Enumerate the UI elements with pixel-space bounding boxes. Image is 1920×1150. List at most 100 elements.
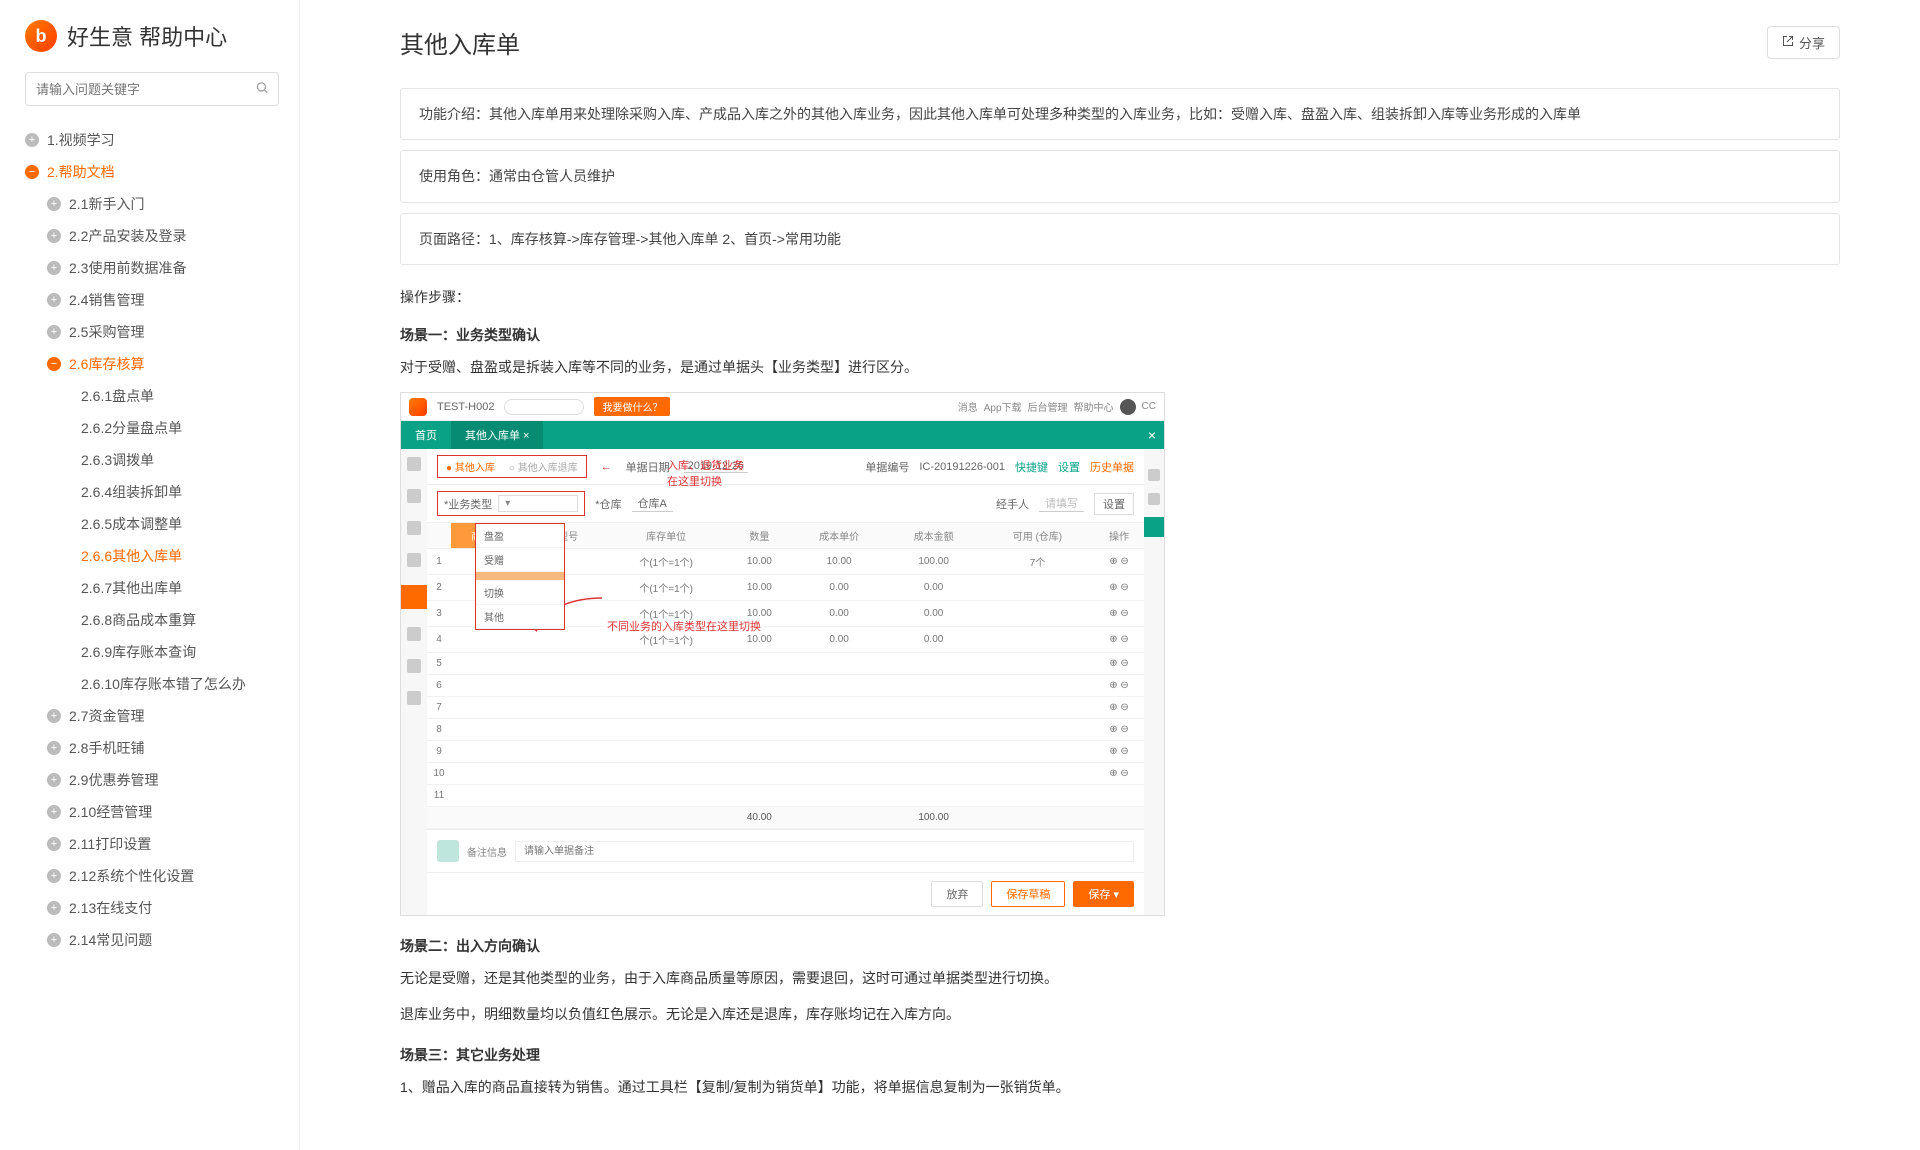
mock-biztype-dropdown: ▾ xyxy=(498,495,578,512)
mock-dd-item: 其他 xyxy=(476,605,564,629)
nav-item-2-6-8[interactable]: 2.6.8商品成本重算 xyxy=(25,604,279,636)
search-icon[interactable] xyxy=(255,81,269,98)
nav-item-2-3[interactable]: +2.3使用前数据准备 xyxy=(25,252,279,284)
mock-dd-item: 受赠 xyxy=(476,548,564,572)
plus-icon: + xyxy=(47,709,61,723)
path-card: 页面路径：1、库存核算->库存管理->其他入库单 2、首页->常用功能 xyxy=(400,213,1840,265)
mock-remark-label: 备注信息 xyxy=(467,844,507,859)
nav-item-2-11[interactable]: +2.11打印设置 xyxy=(25,828,279,860)
steps-section: 操作步骤： 场景一：业务类型确认 对于受赠、盘盈或是拆装入库等不同的业务，是通过… xyxy=(400,287,1840,1100)
mock-dropdown-open: 盘盈 受赠 切换 其他 xyxy=(475,523,565,630)
mock-remark-row: 备注信息 xyxy=(427,829,1144,872)
nav-item-2-4[interactable]: +2.4销售管理 xyxy=(25,284,279,316)
scene2-p1: 无论是受赠，还是其他类型的业务，由于入库商品质量等原因，需要退回，这时可通过单据… xyxy=(400,966,1840,991)
scene3-p1: 1、赠品入库的商品直接转为销售。通过工具栏【复制/复制为销货单】功能，将单据信息… xyxy=(400,1075,1840,1100)
main-content: 其他入库单 分享 功能介绍：其他入库单用来处理除采购入库、产成品入库之外的其他入… xyxy=(300,0,1900,1150)
search-box xyxy=(25,72,279,106)
path-text: 1、库存核算->库存管理->其他入库单 2、首页->常用功能 xyxy=(489,231,841,247)
mock-link-help: 帮助中心 xyxy=(1074,399,1114,414)
mock-toolbar-shortcut: 快捷键 xyxy=(1015,459,1048,475)
nav-item-2-10[interactable]: +2.10经营管理 xyxy=(25,796,279,828)
mock-btn-draft: 保存草稿 xyxy=(991,881,1065,907)
table-row: 7⊕ ⊖ xyxy=(427,697,1144,719)
mock-btn-cancel: 放弃 xyxy=(931,881,983,907)
mock-dd-item-selected xyxy=(476,572,564,581)
table-sum-row: 40.00100.00 xyxy=(427,807,1144,829)
mock-link-admin: 后台管理 xyxy=(1028,399,1068,414)
plus-icon: + xyxy=(47,197,61,211)
nav-item-2-5[interactable]: +2.5采购管理 xyxy=(25,316,279,348)
mock-top-help-btn: 我要做什么？ xyxy=(594,397,670,416)
mock-remark-icon xyxy=(437,840,459,862)
nav-item-2-6-10[interactable]: 2.6.10库存账本错了怎么办 xyxy=(25,668,279,700)
mock-link-app: App下载 xyxy=(984,399,1022,414)
plus-icon: + xyxy=(47,293,61,307)
nav-item-2-2[interactable]: +2.2产品安装及登录 xyxy=(25,220,279,252)
nav-item-2-6-7[interactable]: 2.6.7其他出库单 xyxy=(25,572,279,604)
role-card: 使用角色：通常由仓管人员维护 xyxy=(400,150,1840,202)
mock-remark-input xyxy=(515,841,1134,862)
table-row: 11 xyxy=(427,785,1144,807)
nav-item-2-9[interactable]: +2.9优惠券管理 xyxy=(25,764,279,796)
nav-item-2-6-6[interactable]: 2.6.6其他入库单 xyxy=(25,540,279,572)
mock-date-label: 单据日期 xyxy=(626,459,670,475)
nav-item-2-7[interactable]: +2.7资金管理 xyxy=(25,700,279,732)
mock-right-icon-active xyxy=(1144,517,1164,537)
mock-screenshot: TEST-H002 我要做什么？ 消息 App下载 后台管理 帮助中心 CC 首… xyxy=(400,392,1165,916)
mock-nav-icon xyxy=(407,659,421,673)
nav-item-2-6-1[interactable]: 2.6.1盘点单 xyxy=(25,380,279,412)
nav-item-2-12[interactable]: +2.12系统个性化设置 xyxy=(25,860,279,892)
mock-settings-btn: 设置 xyxy=(1094,493,1134,515)
nav-item-2-6-3[interactable]: 2.6.3调拨单 xyxy=(25,444,279,476)
mock-tab-current: 其他入库单 × xyxy=(451,421,543,449)
nav-item-2-1[interactable]: +2.1新手入门 xyxy=(25,188,279,220)
mock-right-strip xyxy=(1144,449,1164,915)
table-row: 4个(1个=1个)10.000.000.00⊕ ⊖ xyxy=(427,627,1144,653)
table-row: 10⊕ ⊖ xyxy=(427,763,1144,785)
mock-topbar: TEST-H002 我要做什么？ 消息 App下载 后台管理 帮助中心 CC xyxy=(401,393,1164,421)
mock-col-price: 成本单价 xyxy=(792,523,887,549)
minus-icon: − xyxy=(25,165,39,179)
mock-col-unit: 库存单位 xyxy=(606,523,727,549)
nav-item-2-6[interactable]: −2.6库存核算 xyxy=(25,348,279,380)
mock-doc-label: 单据编号 xyxy=(865,459,909,475)
steps-title: 操作步骤： xyxy=(400,287,1840,307)
mock-table-wrap: 盘盈 受赠 切换 其他 不同业务的入库类型在这里切换 xyxy=(427,523,1144,829)
mock-wh-value: 仓库A xyxy=(632,495,673,512)
nav-item-2-6-5[interactable]: 2.6.5成本调整单 xyxy=(25,508,279,540)
mock-biztype-label: *业务类型 xyxy=(444,496,492,512)
mock-tab-home: 首页 xyxy=(401,421,451,449)
mock-wh-label: *仓库 xyxy=(595,496,621,512)
mock-user: CC xyxy=(1142,401,1156,412)
share-button[interactable]: 分享 xyxy=(1767,26,1840,59)
mock-btn-save: 保存 ▾ xyxy=(1073,881,1134,907)
nav-item-2-6-4[interactable]: 2.6.4组装拆卸单 xyxy=(25,476,279,508)
mock-radio-return: ○ 其他入库退库 xyxy=(509,459,578,474)
search-input[interactable] xyxy=(25,72,279,106)
nav-item-2-6-9[interactable]: 2.6.9库存账本查询 xyxy=(25,636,279,668)
mock-body: ● 其他入库 ○ 其他入库退库 ← 单据日期 2019-12-26 入库、退货业… xyxy=(401,449,1164,915)
mock-annotation-2: 不同业务的入库类型在这里切换 xyxy=(607,618,761,634)
plus-icon: + xyxy=(47,933,61,947)
mock-link-msg: 消息 xyxy=(958,399,978,414)
mock-redbox-biztype: *业务类型 ▾ xyxy=(437,491,585,516)
table-row: 6⊕ ⊖ xyxy=(427,675,1144,697)
plus-icon: + xyxy=(47,229,61,243)
plus-icon: + xyxy=(47,325,61,339)
mock-redbox-radio: ● 其他入库 ○ 其他入库退库 xyxy=(437,455,587,478)
mock-tabbar: 首页 其他入库单 × × xyxy=(401,421,1164,449)
mock-annotation-1: 入库、退货业务 在这里切换 xyxy=(667,457,748,489)
scene1-p1: 对于受赠、盘盈或是拆装入库等不同的业务，是通过单据头【业务类型】进行区分。 xyxy=(400,355,1840,380)
nav-item-2-13[interactable]: +2.13在线支付 xyxy=(25,892,279,924)
mock-right-icon xyxy=(1148,469,1160,481)
nav-item-docs[interactable]: −2.帮助文档 xyxy=(25,156,279,188)
page-title: 其他入库单 xyxy=(400,25,520,60)
table-row: 8⊕ ⊖ xyxy=(427,719,1144,741)
nav-item-2-14[interactable]: +2.14常见问题 xyxy=(25,924,279,956)
nav-item-2-6-2[interactable]: 2.6.2分量盘点单 xyxy=(25,412,279,444)
nav-item-2-8[interactable]: +2.8手机旺铺 xyxy=(25,732,279,764)
mock-nav-icon xyxy=(407,521,421,535)
sidebar: b 好生意 帮助中心 +1.视频学习 −2.帮助文档 +2.1新手入门 +2.2… xyxy=(0,0,300,1150)
mock-avatar-icon xyxy=(1120,399,1136,415)
nav-item-video[interactable]: +1.视频学习 xyxy=(25,124,279,156)
